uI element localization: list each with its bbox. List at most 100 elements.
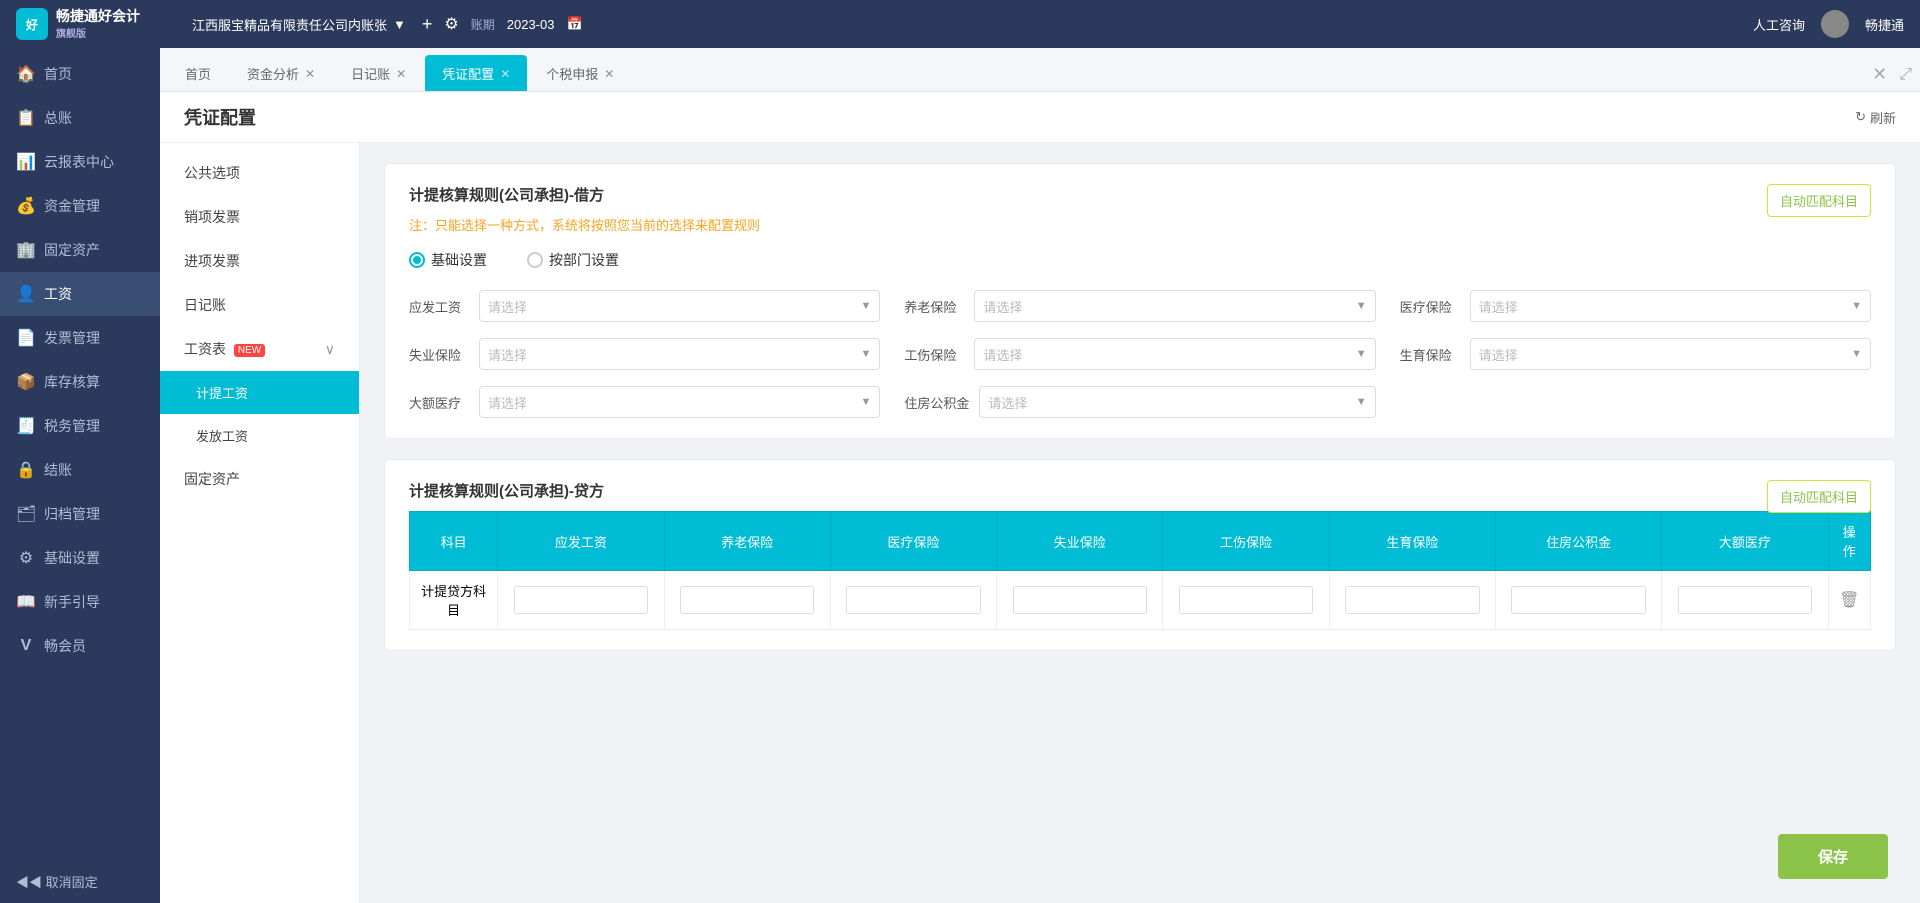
radio-group: 基础设置 按部门设置 (409, 250, 1871, 270)
sidebar-item-settings[interactable]: ⚙ 基础设置 (0, 536, 160, 580)
expand-icon: ∨ (325, 341, 335, 358)
sidebar-item-invoices[interactable]: 📄 发票管理 (0, 316, 160, 360)
input-yfgz[interactable] (514, 586, 648, 614)
save-button[interactable]: 保存 (1778, 834, 1888, 879)
select-yfgz[interactable]: 请选择 ▼ (479, 290, 880, 322)
nav-item-fixed-assets[interactable]: 固定资产 (160, 457, 359, 501)
page-header: 凭证配置 ↻ 刷新 (160, 92, 1920, 143)
cell-gsbx (1163, 571, 1329, 630)
field-yfgz: 应发工资 请选择 ▼ (409, 290, 880, 322)
period-label: 账期 (471, 16, 495, 33)
tab-home[interactable]: 首页 (168, 55, 228, 91)
closing-icon: 🔒 (16, 460, 36, 480)
tab-close-tax[interactable]: ✕ (604, 67, 614, 81)
select-zfgjj[interactable]: 请选择 ▼ (979, 386, 1375, 418)
left-nav: 公共选项 销项发票 进项发票 日记账 工资表 NEW (160, 143, 360, 903)
nav-item-public[interactable]: 公共选项 (160, 151, 359, 195)
select-ylbx[interactable]: 请选择 ▼ (974, 290, 1375, 322)
col-header-zfgjj: 住房公积金 (1495, 512, 1661, 571)
col-header-action: 操作 (1828, 512, 1870, 571)
sidebar-item-reports[interactable]: 📊 云报表中心 (0, 140, 160, 184)
settings-sidebar-icon: ⚙ (16, 548, 36, 568)
sidebar-item-ledger[interactable]: 📋 总账 (0, 96, 160, 140)
input-gsbx[interactable] (1179, 586, 1313, 614)
field-ylbx2: 医疗保险 请选择 ▼ (1400, 290, 1871, 322)
sidebar-item-home[interactable]: 🏠 首页 (0, 52, 160, 96)
cancel-fixed-button[interactable]: ◀◀ 取消固定 (0, 860, 160, 903)
sidebar-item-closing[interactable]: 🔒 结账 (0, 448, 160, 492)
input-sybx2[interactable] (1345, 586, 1479, 614)
tab-capital[interactable]: 资金分析 ✕ (230, 55, 332, 91)
sidebar-label-assets: 固定资产 (44, 240, 100, 260)
col-header-sybx: 失业保险 (997, 512, 1163, 571)
close-all-icon[interactable]: ✕ (1872, 64, 1887, 85)
tab-close-journal[interactable]: ✕ (396, 67, 406, 81)
col-header-ylbx2: 医疗保险 (830, 512, 996, 571)
tab-close-capital[interactable]: ✕ (305, 67, 315, 81)
radio-dept[interactable]: 按部门设置 (527, 250, 619, 270)
cancel-fixed-label: ◀◀ 取消固定 (16, 872, 98, 891)
sidebar-item-assets[interactable]: 🏢 固定资产 (0, 228, 160, 272)
main-layout: 🏠 首页 📋 总账 📊 云报表中心 💰 资金管理 🏢 固定资产 👤 工资 📄 发… (0, 48, 1920, 903)
sidebar-label-archive: 归档管理 (44, 504, 100, 524)
sidebar-label-invoices: 发票管理 (44, 328, 100, 348)
maximize-icon[interactable]: ⤢ (1899, 66, 1912, 84)
tab-journal[interactable]: 日记账 ✕ (334, 55, 423, 91)
radio-basic[interactable]: 基础设置 (409, 250, 487, 270)
select-sybx[interactable]: 请选择 ▼ (479, 338, 880, 370)
debit-note: 注：只能选择一种方式，系统将按照您当前的选择来配置规则 (409, 215, 1871, 234)
sidebar-label-inventory: 库存核算 (44, 372, 100, 392)
sidebar-item-salary[interactable]: 👤 工资 (0, 272, 160, 316)
select-gsbx[interactable]: 请选择 ▼ (974, 338, 1375, 370)
label-sybx: 失业保险 (409, 345, 469, 364)
member-icon: V (16, 637, 36, 655)
sidebar-item-tax[interactable]: 🧾 税务管理 (0, 404, 160, 448)
username[interactable]: 畅捷通 (1865, 15, 1904, 34)
field-ylbx: 养老保险 请选择 ▼ (904, 290, 1375, 322)
row-label: 计提贷方科目 (410, 571, 498, 630)
credit-table: 科目 应发工资 养老保险 医疗保险 失业保险 工伤保险 生育保险 住房公积金 大… (409, 511, 1871, 630)
input-ylbx[interactable] (680, 586, 814, 614)
tab-close-voucher[interactable]: ✕ (500, 67, 510, 81)
add-button[interactable]: + (422, 14, 433, 35)
label-zfgjj: 住房公积金 (904, 393, 969, 412)
credit-section-title: 计提核算规则(公司承担)-贷方 (409, 480, 1871, 501)
col-header-subject: 科目 (410, 512, 498, 571)
tab-tax[interactable]: 个税申报 ✕ (529, 55, 631, 91)
nav-item-payroll-accrual[interactable]: 计提工资 (160, 371, 359, 414)
input-deyf[interactable] (1678, 586, 1812, 614)
auto-match-credit-button[interactable]: 自动匹配科目 (1767, 480, 1871, 513)
sidebar-label-ledger: 总账 (44, 108, 72, 128)
select-deyf[interactable]: 请选择 ▼ (479, 386, 880, 418)
nav-item-sales[interactable]: 销项发票 (160, 195, 359, 239)
settings-icon[interactable]: ⚙ (444, 14, 458, 34)
sidebar-label-home: 首页 (44, 64, 72, 84)
calendar-icon[interactable]: 📅 (566, 16, 582, 32)
tab-voucher[interactable]: 凭证配置 ✕ (425, 55, 527, 91)
refresh-button[interactable]: ↻ 刷新 (1855, 108, 1896, 127)
delete-row-icon[interactable]: 🗑 (1839, 592, 1859, 609)
sidebar-item-guide[interactable]: 📖 新手引导 (0, 580, 160, 624)
input-zfgjj[interactable] (1511, 586, 1645, 614)
input-sybx[interactable] (1013, 586, 1147, 614)
logo-area: 好 畅捷通好会计 旗舰版 (16, 8, 176, 40)
debit-section: 自动匹配科目 计提核算规则(公司承担)-借方 注：只能选择一种方式，系统将按照您… (384, 163, 1896, 439)
company-selector[interactable]: 江西服宝精品有限责任公司内账张 ▼ (192, 15, 406, 34)
select-ylbx2[interactable]: 请选择 ▼ (1470, 290, 1871, 322)
input-ylbx2[interactable] (846, 586, 980, 614)
cell-zfgjj (1495, 571, 1661, 630)
sidebar-item-inventory[interactable]: 📦 库存核算 (0, 360, 160, 404)
period-value[interactable]: 2023-03 (507, 17, 555, 32)
nav-item-payroll-table[interactable]: 工资表 NEW ∨ (160, 327, 359, 371)
support-button[interactable]: 人工咨询 (1753, 15, 1805, 34)
auto-match-debit-button[interactable]: 自动匹配科目 (1767, 184, 1871, 217)
app-edition: 旗舰版 (56, 25, 140, 40)
select-sybx2[interactable]: 请选择 ▼ (1470, 338, 1871, 370)
nav-item-payroll-pay[interactable]: 发放工资 (160, 414, 359, 457)
sidebar-item-member[interactable]: V 畅会员 (0, 624, 160, 668)
nav-item-journal[interactable]: 日记账 (160, 283, 359, 327)
nav-item-purchase[interactable]: 进项发票 (160, 239, 359, 283)
archive-icon: 🗂 (16, 504, 36, 524)
sidebar-item-archive[interactable]: 🗂 归档管理 (0, 492, 160, 536)
sidebar-item-capital[interactable]: 💰 资金管理 (0, 184, 160, 228)
